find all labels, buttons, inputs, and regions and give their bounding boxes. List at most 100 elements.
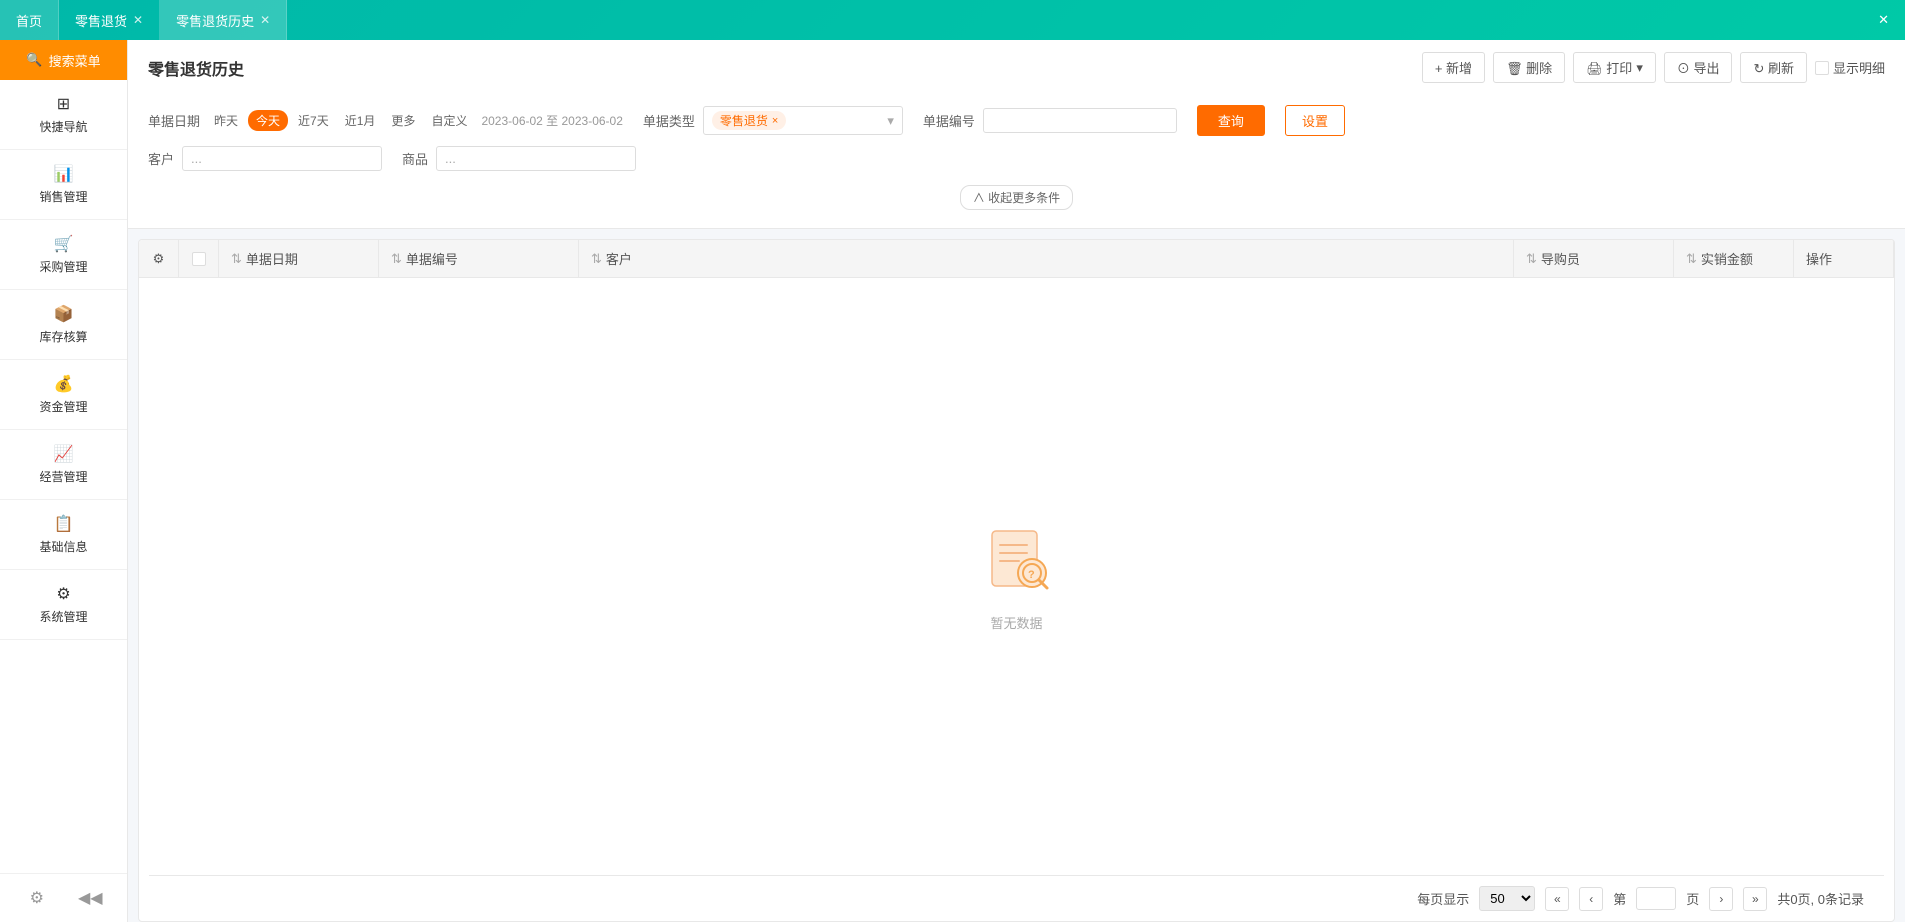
top-bar: 首页 零售退货 ✕ 零售退货历史 ✕ ✕	[0, 0, 1905, 40]
print-arrow-icon: ▾	[1636, 60, 1643, 76]
settings-icon[interactable]: ⚙	[23, 884, 51, 912]
settings-filter-button[interactable]: 设置	[1285, 105, 1345, 136]
date-filter: 单据日期 昨天 今天 近7天 近1月 更多 自定义 2023-06-02 至 2…	[148, 110, 623, 131]
tab-retail-return-history[interactable]: 零售退货历史 ✕	[160, 0, 287, 40]
goods-select[interactable]: ...	[436, 146, 636, 171]
display-detail-toggle[interactable]: 显示明细	[1815, 58, 1885, 77]
tab-retail-return-close[interactable]: ✕	[133, 13, 143, 27]
col-doc-date: ⇅ 单据日期	[219, 240, 379, 277]
date-shortcut-1month[interactable]: 近1月	[339, 110, 382, 131]
volume-icon[interactable]: ◀◀	[76, 884, 104, 912]
col-actions-label: 操作	[1806, 249, 1832, 268]
content-area: 零售退货历史 + 新增 🗑 删除 🖨 打印 ▾ ⊙ 导出 ↻ 刷新 显示明细	[128, 40, 1905, 922]
page-number-input[interactable]: 1	[1636, 887, 1676, 910]
tab-retail-return-history-close[interactable]: ✕	[260, 13, 270, 27]
col-doc-date-sort-icon[interactable]: ⇅	[231, 251, 242, 267]
doc-type-tag-close[interactable]: ×	[772, 115, 778, 127]
table-body: ? 暂无数据	[139, 278, 1894, 875]
last-page-button[interactable]: »	[1743, 887, 1767, 911]
tab-retail-return-label: 零售退货	[75, 11, 127, 30]
doc-type-select[interactable]: 零售退货 × ▾	[703, 106, 903, 135]
col-doc-number-sort-icon[interactable]: ⇅	[391, 251, 402, 267]
doc-number-label: 单据编号	[923, 111, 975, 130]
tab-home[interactable]: 首页	[0, 0, 59, 40]
customer-select[interactable]: ...	[182, 146, 382, 171]
sidebar-item-basic-info[interactable]: 📋 基础信息	[0, 500, 127, 570]
col-salesperson-sort-icon[interactable]: ⇅	[1526, 251, 1537, 267]
col-actions: 操作	[1794, 240, 1894, 277]
collapse-button[interactable]: ∧ 收起更多条件	[960, 185, 1073, 210]
col-customer-sort-icon[interactable]: ⇅	[591, 251, 602, 267]
export-button[interactable]: ⊙ 导出	[1664, 52, 1733, 83]
table-area: ⚙ ⇅ 单据日期 ⇅ 单据编号 ⇅ 客户 ⇅ 导购员	[138, 239, 1895, 922]
sidebar-item-purchase-mgmt[interactable]: 🛒 采购管理	[0, 220, 127, 290]
date-shortcut-custom[interactable]: 自定义	[425, 110, 473, 131]
refresh-button[interactable]: ↻ 刷新	[1740, 52, 1807, 83]
print-button[interactable]: 🖨 打印 ▾	[1573, 52, 1656, 83]
col-salesperson: ⇅ 导购员	[1514, 240, 1674, 277]
sidebar-item-finance[interactable]: 💰 资金管理	[0, 360, 127, 430]
empty-illustration: ?	[977, 521, 1057, 601]
system-icon: ⚙	[54, 584, 74, 604]
sidebar-bottom: ⚙ ◀◀	[0, 873, 127, 922]
sidebar-item-sales-mgmt[interactable]: 📊 销售管理	[0, 150, 127, 220]
inventory-icon: 📦	[54, 304, 74, 324]
tab-list: 首页 零售退货 ✕ 零售退货历史 ✕	[0, 0, 1862, 40]
sidebar-menu: ⊞ 快捷导航 📊 销售管理 🛒 采购管理 📦 库存核算 💰 资金管理 📈	[0, 80, 127, 873]
filter-row-2: 客户 ... 商品 ...	[148, 146, 1885, 171]
table-header: ⚙ ⇅ 单据日期 ⇅ 单据编号 ⇅ 客户 ⇅ 导购员	[139, 240, 1894, 278]
col-doc-number-label: 单据编号	[406, 249, 458, 268]
col-doc-date-label: 单据日期	[246, 249, 298, 268]
delete-button[interactable]: 🗑 删除	[1493, 52, 1565, 83]
filter-row-1: 单据日期 昨天 今天 近7天 近1月 更多 自定义 2023-06-02 至 2…	[148, 105, 1885, 136]
sidebar-item-basic-info-label: 基础信息	[39, 538, 87, 555]
top-bar-close[interactable]: ✕	[1862, 12, 1905, 28]
goods-label: 商品	[402, 149, 428, 168]
sidebar-item-inventory-label: 库存核算	[39, 328, 87, 345]
date-shortcut-yesterday[interactable]: 昨天	[208, 110, 244, 131]
operations-icon: 📈	[54, 444, 74, 464]
doc-number-input[interactable]	[983, 108, 1177, 133]
query-button[interactable]: 查询	[1197, 105, 1265, 136]
customer-label: 客户	[148, 149, 174, 168]
pagination-area: 每页显示 50 20 100 « ‹ 第 1 页 › » 共0页, 0条记录	[149, 875, 1884, 921]
sidebar-search-label: 搜索菜单	[49, 51, 101, 70]
prev-page-button[interactable]: ‹	[1579, 887, 1603, 911]
doc-type-tag: 零售退货 ×	[712, 111, 786, 130]
sidebar-item-operations[interactable]: 📈 经营管理	[0, 430, 127, 500]
search-icon: 🔍	[26, 52, 42, 68]
display-detail-checkbox[interactable]	[1815, 61, 1829, 75]
page-size-select[interactable]: 50 20 100	[1479, 886, 1535, 911]
svg-text:?: ?	[1028, 569, 1035, 581]
table-select-all[interactable]	[179, 240, 219, 277]
page-label: 第	[1613, 889, 1626, 908]
toolbar-buttons: + 新增 🗑 删除 🖨 打印 ▾ ⊙ 导出 ↻ 刷新 显示明细	[1422, 52, 1885, 83]
print-label: 🖨 打印	[1586, 58, 1632, 77]
select-all-checkbox[interactable]	[192, 252, 206, 266]
sidebar-item-system[interactable]: ⚙ 系统管理	[0, 570, 127, 640]
date-shortcut-today[interactable]: 今天	[248, 110, 288, 131]
next-page-button[interactable]: ›	[1709, 887, 1733, 911]
tab-retail-return-history-label: 零售退货历史	[176, 11, 254, 30]
sidebar-item-inventory[interactable]: 📦 库存核算	[0, 290, 127, 360]
date-shortcut-more[interactable]: 更多	[385, 110, 421, 131]
empty-state: ? 暂无数据	[977, 521, 1057, 632]
sidebar-search[interactable]: 🔍 搜索菜单	[0, 40, 127, 80]
page-unit: 页	[1686, 889, 1699, 908]
tab-retail-return[interactable]: 零售退货 ✕	[59, 0, 160, 40]
add-button[interactable]: + 新增	[1422, 52, 1485, 83]
goods-placeholder: ...	[445, 151, 456, 166]
col-amount-sort-icon[interactable]: ⇅	[1686, 251, 1697, 267]
doc-number-filter: 单据编号	[923, 108, 1177, 133]
empty-text: 暂无数据	[990, 613, 1042, 632]
col-customer-label: 客户	[606, 249, 632, 268]
goods-filter: 商品 ...	[402, 146, 636, 171]
col-amount: ⇅ 实销金额	[1674, 240, 1794, 277]
first-page-button[interactable]: «	[1545, 887, 1569, 911]
col-customer: ⇅ 客户	[579, 240, 1514, 277]
table-settings-icon[interactable]: ⚙	[139, 240, 179, 277]
basic-info-icon: 📋	[54, 514, 74, 534]
doc-type-filter: 单据类型 零售退货 × ▾	[643, 106, 903, 135]
sidebar-item-quick-nav[interactable]: ⊞ 快捷导航	[0, 80, 127, 150]
date-shortcut-7days[interactable]: 近7天	[292, 110, 335, 131]
